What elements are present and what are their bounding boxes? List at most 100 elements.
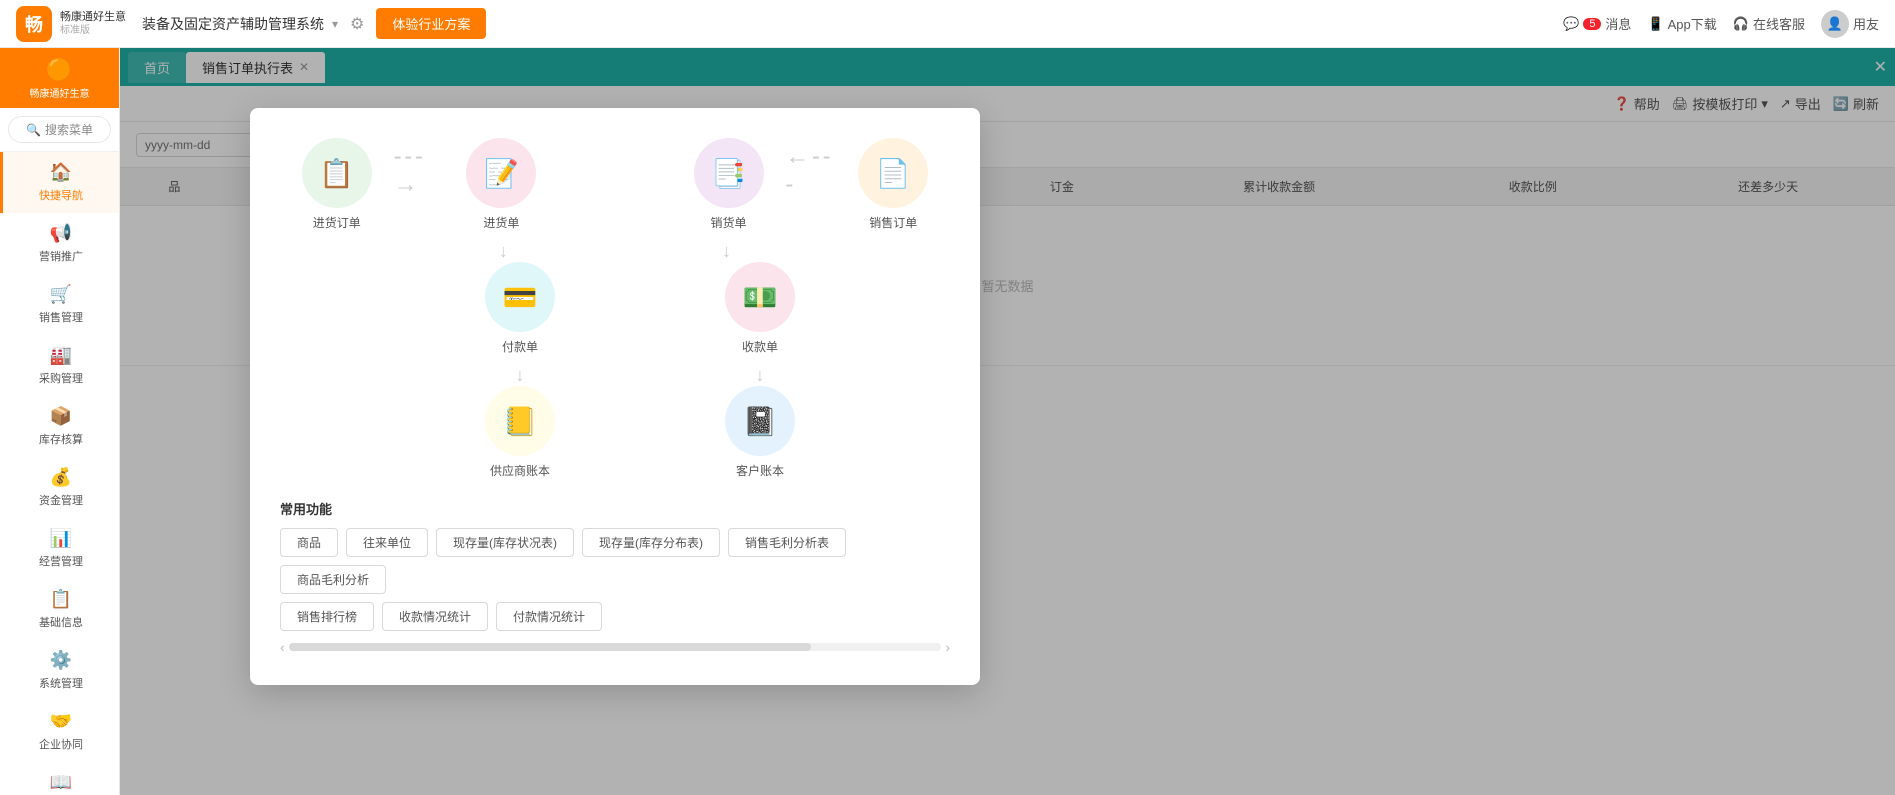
- sidebar: 🟠 畅康通好生意 🔍 搜索菜单 🏠 快捷导航 📢 营销推广: [0, 48, 120, 795]
- app-download-action[interactable]: 📱 App下载: [1647, 14, 1716, 33]
- customer-service-action[interactable]: 🎧 在线客服: [1733, 14, 1805, 33]
- btn-payment-stat[interactable]: 收款情况统计: [382, 602, 488, 631]
- sidebar-menu: 🏠 快捷导航 📢 营销推广 🛒 销售管理 🏭 采购管理 📦 库存核: [0, 152, 119, 795]
- message-badge: 5: [1583, 18, 1601, 30]
- sidebar-item-marketing[interactable]: 📢 营销推广: [0, 213, 119, 274]
- popup: 📋 进货订单 - - - → 📝 进货单: [250, 108, 980, 685]
- down-arrow-purchase: ↓: [448, 241, 560, 262]
- sidebar-item-purchase[interactable]: 🏭 采购管理: [0, 335, 119, 396]
- system-title: 装备及固定资产辅助管理系统: [142, 14, 324, 34]
- receipt-label: 收款单: [742, 338, 778, 355]
- settings-icon[interactable]: ⚙: [350, 14, 364, 34]
- message-action[interactable]: 💬 5 消息: [1563, 14, 1631, 33]
- purchase-order-label: 进货订单: [313, 214, 361, 231]
- wf-node-sales: 📑 销货单: [672, 138, 786, 231]
- logo-text: 畅康通好生意 标准版: [60, 10, 126, 37]
- sidebar-item-system[interactable]: ⚙️ 系统管理: [0, 640, 119, 701]
- workflow-row-3: 📒 供应商账本 📓 客户账本: [280, 386, 950, 479]
- popup-scrollbar[interactable]: ‹ ›: [280, 639, 950, 655]
- avatar: 👤: [1821, 10, 1849, 38]
- sales-order-label: 销售订单: [869, 214, 917, 231]
- arrow-h-2: ← - - -: [785, 143, 836, 227]
- marketing-icon: 📢: [50, 223, 72, 244]
- sales-order-icon: 📄: [858, 138, 928, 208]
- btn-product[interactable]: 商品: [280, 528, 338, 557]
- purchase-icon: 📝: [466, 138, 536, 208]
- sidebar-item-enterprise[interactable]: 🤝 企业协同: [0, 701, 119, 762]
- btn-payment-out-stat[interactable]: 付款情况统计: [496, 602, 602, 631]
- sidebar-item-basic[interactable]: 📋 基础信息: [0, 579, 119, 640]
- purchase-icon: 🏭: [50, 345, 72, 366]
- supplier-ledger-label: 供应商账本: [490, 462, 550, 479]
- wf-node-purchase: 📝 进货单: [445, 138, 559, 231]
- top-actions: 💬 5 消息 📱 App下载 🎧 在线客服 👤 用友: [1563, 10, 1879, 38]
- management-icon: 📊: [50, 528, 72, 549]
- scroll-right-icon[interactable]: ›: [945, 639, 950, 655]
- purchase-label: 进货单: [483, 214, 519, 231]
- btn-product-profit[interactable]: 商品毛利分析: [280, 565, 386, 594]
- sidebar-item-management[interactable]: 📊 经营管理: [0, 518, 119, 579]
- user-action[interactable]: 👤 用友: [1821, 10, 1879, 38]
- btn-counterpart[interactable]: 往来单位: [346, 528, 428, 557]
- common-buttons-row1: 商品 往来单位 现存量(库存状况表) 现存量(库存分布表) 销售毛利分析表 商品…: [280, 528, 950, 594]
- top-bar: 畅 畅康通好生意 标准版 装备及固定资产辅助管理系统 ▾ ⚙ 体验行业方案 💬 …: [0, 0, 1895, 48]
- sales-icon: 📑: [694, 138, 764, 208]
- scrollbar-thumb[interactable]: [289, 643, 811, 651]
- arrow-down-row-2: ↓ ↓: [280, 365, 950, 386]
- wf-node-receipt: 💵 收款单: [700, 262, 820, 355]
- receipt-icon: 💵: [725, 262, 795, 332]
- workflow-diagram: 📋 进货订单 - - - → 📝 进货单: [280, 138, 950, 489]
- wf-node-customer-ledger: 📓 客户账本: [700, 386, 820, 479]
- logo-section: 畅 畅康通好生意 标准版: [16, 6, 126, 42]
- workflow-row-1: 📋 进货订单 - - - → 📝 进货单: [280, 138, 950, 231]
- home-icon: 🏠: [50, 162, 72, 183]
- search-menu-button[interactable]: 🔍 搜索菜单: [8, 116, 111, 143]
- sales-label: 销货单: [711, 214, 747, 231]
- scrollbar-track[interactable]: [289, 643, 942, 651]
- app-icon: 📱: [1647, 16, 1663, 32]
- trial-button[interactable]: 体验行业方案: [376, 8, 486, 39]
- scroll-left-icon[interactable]: ‹: [280, 639, 285, 655]
- btn-current-stock-status[interactable]: 现存量(库存状况表): [436, 528, 574, 557]
- system-icon: ⚙️: [50, 650, 72, 671]
- arrow-down-row: ↓ ↓: [280, 241, 950, 262]
- down-arrow-receipt: ↓: [700, 365, 820, 386]
- content-area: 首页 销售订单执行表 ✕ ✕ ❓ 帮助 🖨 按模板打印: [120, 48, 1895, 795]
- common-buttons-row2: 销售排行榜 收款情况统计 付款情况统计: [280, 602, 950, 631]
- wf-node-sales-order: 📄 销售订单: [836, 138, 950, 231]
- message-icon: 💬: [1563, 16, 1579, 32]
- down-arrow-sales: ↓: [671, 241, 783, 262]
- finance-icon: 💰: [50, 467, 72, 488]
- sidebar-item-inventory[interactable]: 📦 库存核算: [0, 396, 119, 457]
- workflow-row-2: 💳 付款单 💵 收款单: [280, 262, 950, 355]
- sales-icon: 🛒: [50, 284, 72, 305]
- sidebar-item-sales[interactable]: 🛒 销售管理: [0, 274, 119, 335]
- enterprise-icon: 🤝: [50, 711, 72, 732]
- inventory-icon: 📦: [50, 406, 72, 427]
- search-icon: 🔍: [26, 123, 41, 137]
- customer-ledger-icon: 📓: [725, 386, 795, 456]
- sidebar-logo: 🟠 畅康通好生意: [0, 48, 119, 108]
- sidebar-item-quick-nav[interactable]: 🏠 快捷导航: [0, 152, 119, 213]
- beginner-icon: 📖: [50, 772, 72, 793]
- down-arrow-payment: ↓: [460, 365, 580, 386]
- sidebar-item-finance[interactable]: 💰 资金管理: [0, 457, 119, 518]
- customer-ledger-label: 客户账本: [736, 462, 784, 479]
- btn-current-stock-dist[interactable]: 现存量(库存分布表): [582, 528, 720, 557]
- payment-icon: 💳: [485, 262, 555, 332]
- common-functions-title: 常用功能: [280, 499, 950, 518]
- btn-sales-ranking[interactable]: 销售排行榜: [280, 602, 374, 631]
- overlay: 📋 进货订单 - - - → 📝 进货单: [120, 48, 1895, 795]
- dropdown-icon[interactable]: ▾: [332, 17, 338, 31]
- sidebar-search[interactable]: 🔍 搜索菜单: [0, 108, 119, 152]
- logo-icon: 畅: [16, 6, 52, 42]
- btn-sales-profit[interactable]: 销售毛利分析表: [728, 528, 846, 557]
- payment-label: 付款单: [502, 338, 538, 355]
- purchase-order-icon: 📋: [302, 138, 372, 208]
- wf-node-supplier-ledger: 📒 供应商账本: [460, 386, 580, 479]
- sidebar-item-beginner[interactable]: 📖 新手引导: [0, 762, 119, 795]
- headset-icon: 🎧: [1733, 16, 1749, 32]
- basic-icon: 📋: [50, 589, 72, 610]
- arrow-h-1: - - - →: [394, 143, 445, 227]
- wf-node-purchase-order: 📋 进货订单: [280, 138, 394, 231]
